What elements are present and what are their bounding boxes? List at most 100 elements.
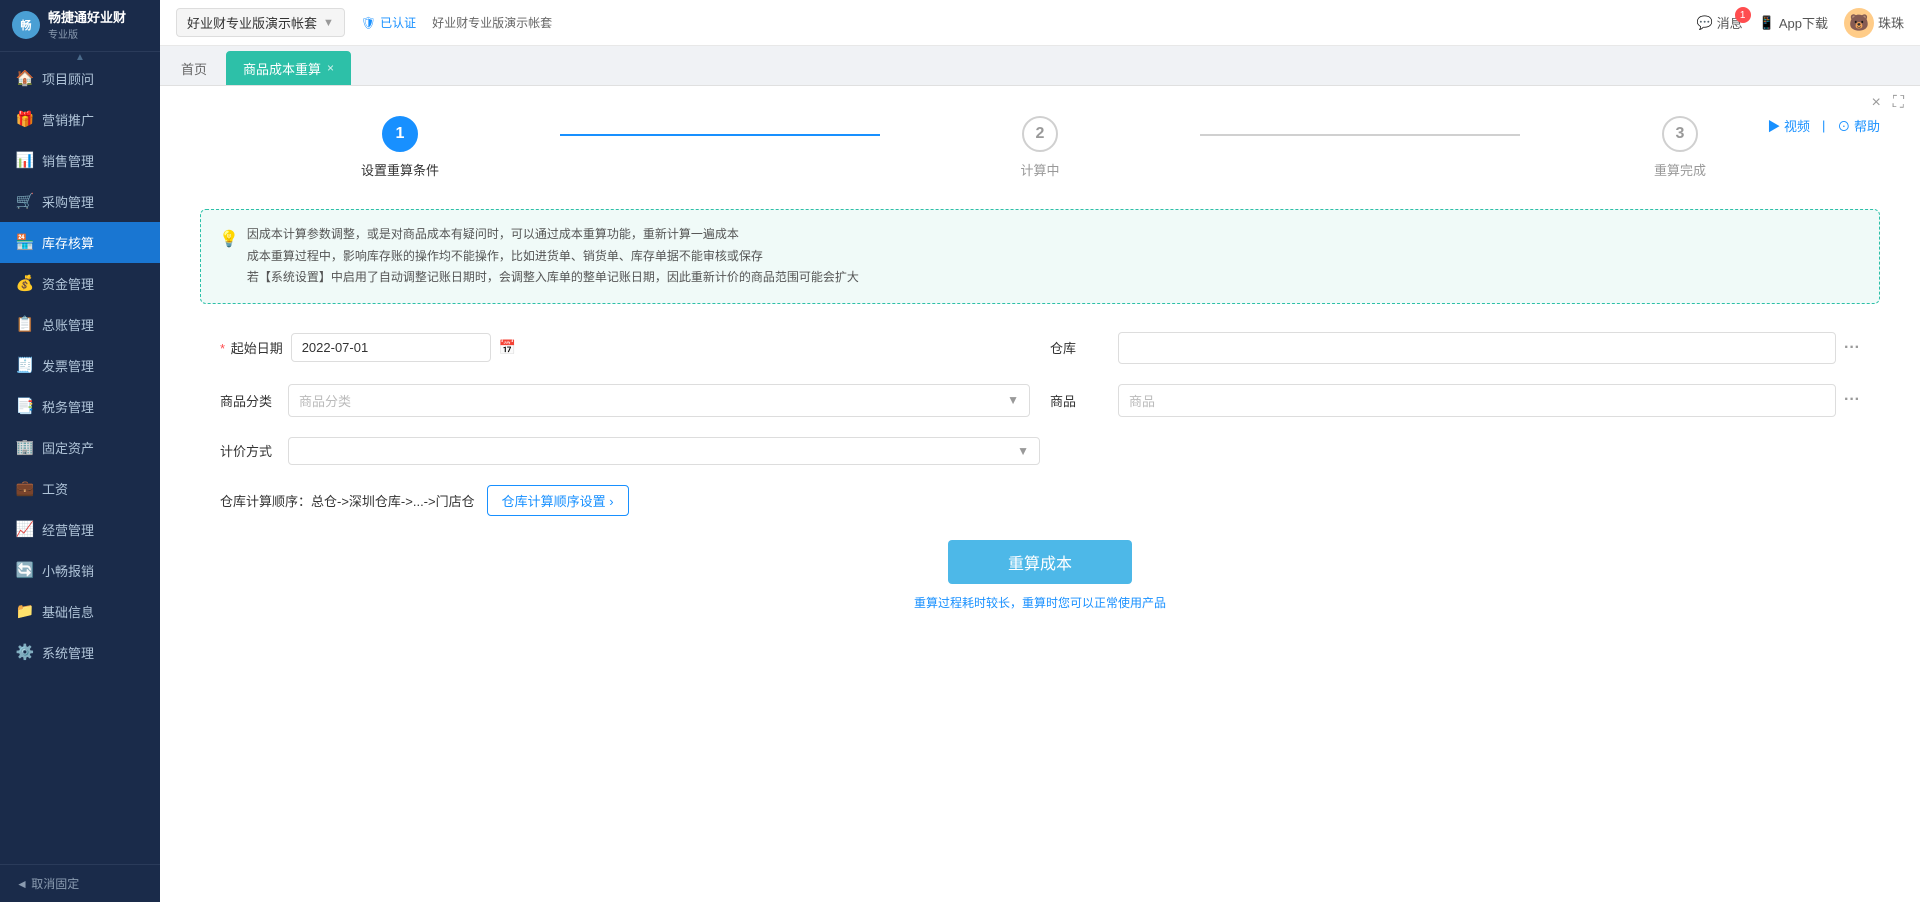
expand-window-btn[interactable]: ⛶ (1893, 94, 1904, 112)
goods-label: 商品 (1050, 391, 1110, 410)
sidebar-logo-icon: 畅 (12, 11, 40, 39)
category-chevron-icon: ▼ (1007, 393, 1019, 407)
sidebar-item-basic[interactable]: 📁 基础信息 (0, 591, 160, 632)
sidebar-header: 畅 畅捷通好业财 专业版 (0, 0, 160, 52)
info-box: 💡 因成本计算参数调整，或是对商品成本有疑问时，可以通过成本重算功能，重新计算一… (200, 209, 1880, 304)
form-section: * 起始日期 📅 仓库 ··· 商品分类 (200, 332, 1880, 516)
project-icon: 🏠 (16, 69, 34, 87)
sidebar-item-label: 采购管理 (42, 192, 94, 211)
pricing-select[interactable]: ▼ (288, 437, 1040, 465)
sidebar-item-label: 小畅报销 (42, 561, 94, 580)
required-star: * (220, 341, 225, 356)
step-connector-1-2 (560, 134, 880, 136)
category-select[interactable]: 商品分类 ▼ (288, 384, 1030, 417)
sidebar-item-label: 固定资产 (42, 438, 94, 457)
recalc-button[interactable]: 重算成本 (948, 540, 1132, 584)
topbar-actions: 💬 消息 1 📱 App下载 🐻 珠珠 (1696, 8, 1904, 38)
sidebar-item-label: 发票管理 (42, 356, 94, 375)
basic-icon: 📁 (16, 602, 34, 620)
system-icon: ⚙️ (16, 643, 34, 661)
window-controls: × ⛶ (1871, 94, 1904, 112)
sidebar-brand: 畅捷通好业财 专业版 (48, 10, 126, 41)
sidebar-item-invoice[interactable]: 🧾 发票管理 (0, 345, 160, 386)
account-select[interactable]: 好业财专业版演示帐套 ▼ (176, 8, 345, 37)
accounting-icon: 📋 (16, 315, 34, 333)
form-group-date: * 起始日期 📅 (220, 333, 1030, 362)
sidebar-item-finance[interactable]: 💰 资金管理 (0, 263, 160, 304)
sidebar-item-tax[interactable]: 📑 税务管理 (0, 386, 160, 427)
sidebar-item-project[interactable]: 🏠 项目顾问 (0, 58, 160, 99)
step-2-label: 计算中 (1020, 160, 1059, 179)
sidebar-item-marketing[interactable]: 🎁 营销推广 (0, 99, 160, 140)
sidebar-item-sales[interactable]: 📊 销售管理 (0, 140, 160, 181)
sidebar-item-label: 库存核算 (42, 233, 94, 252)
form-row-2: 商品分类 商品分类 ▼ 商品 商品 ··· (220, 384, 1860, 417)
tab-home[interactable]: 首页 (164, 51, 224, 85)
expense-icon: 🔄 (16, 561, 34, 579)
chevron-down-icon: ▼ (323, 17, 334, 29)
tab-recalc[interactable]: 商品成本重算 × (226, 51, 351, 85)
tax-icon: 📑 (16, 397, 34, 415)
pricing-label: 计价方式 (220, 441, 280, 460)
fixedasset-icon: 🏢 (16, 438, 34, 456)
recalc-note: 重算过程耗时较长，重算时您可以正常使用产品 (914, 594, 1166, 611)
step-3-label: 重算完成 (1654, 160, 1706, 179)
warehouse-input-wrapper (1118, 332, 1836, 364)
warehouse-order-btn[interactable]: 仓库计算顺序设置 › (487, 485, 629, 516)
avatar: 🐻 (1844, 8, 1874, 38)
start-date-label: * 起始日期 (220, 338, 283, 357)
sidebar-item-salary[interactable]: 💼 工资 (0, 468, 160, 509)
pricing-chevron-icon: ▼ (1017, 444, 1029, 458)
sidebar-nav: 🏠 项目顾问 🎁 营销推广 📊 销售管理 🛒 采购管理 🏪 库存核算 💰 资金管… (0, 58, 160, 864)
shield-icon: 🛡 (361, 16, 376, 30)
user-avatar-btn[interactable]: 🐻 珠珠 (1844, 8, 1904, 38)
sidebar-item-label: 项目顾问 (42, 69, 94, 88)
sidebar-item-label: 销售管理 (42, 151, 94, 170)
tab-recalc-label: 商品成本重算 (243, 59, 321, 78)
sidebar-item-label: 营销推广 (42, 110, 94, 129)
operation-icon: 📈 (16, 520, 34, 538)
form-group-pricing: 计价方式 ▼ (220, 437, 1040, 465)
account-select-text: 好业财专业版演示帐套 (187, 13, 317, 32)
tab-close-icon[interactable]: × (327, 61, 334, 75)
warehouse-dots-icon[interactable]: ··· (1844, 339, 1860, 357)
sidebar-item-operation[interactable]: 📈 经营管理 (0, 509, 160, 550)
sidebar-item-label: 税务管理 (42, 397, 94, 416)
goods-input-wrapper: 商品 (1118, 384, 1836, 417)
sidebar-item-inventory[interactable]: 🏪 库存核算 (0, 222, 160, 263)
sidebar-footer[interactable]: ◄ 取消固定 (0, 864, 160, 902)
sidebar-item-label: 经营管理 (42, 520, 94, 539)
calendar-icon[interactable]: 📅 (499, 339, 516, 356)
info-text: 因成本计算参数调整，或是对商品成本有疑问时，可以通过成本重算功能，重新计算一遍成… (247, 224, 859, 289)
form-group-warehouse: 仓库 ··· (1050, 332, 1860, 364)
close-window-btn[interactable]: × (1871, 94, 1880, 112)
form-group-goods: 商品 商品 ··· (1050, 384, 1860, 417)
step-2-circle: 2 (1022, 116, 1058, 152)
info-icon: 💡 (219, 226, 239, 289)
marketing-icon: 🎁 (16, 110, 34, 128)
help-link[interactable]: ⊙ 帮助 (1837, 116, 1880, 135)
start-date-input[interactable] (291, 333, 491, 362)
purchase-icon: 🛒 (16, 192, 34, 210)
sidebar-item-label: 基础信息 (42, 602, 94, 621)
step-1: 1 设置重算条件 (240, 116, 560, 179)
app-download-btn[interactable]: 📱 App下载 (1759, 13, 1828, 32)
message-icon: 💬 (1696, 15, 1712, 31)
recalc-section: 重算成本 重算过程耗时较长，重算时您可以正常使用产品 (200, 540, 1880, 611)
warehouse-label: 仓库 (1050, 338, 1110, 357)
sidebar-item-fixedasset[interactable]: 🏢 固定资产 (0, 427, 160, 468)
content-area: × ⛶ ▶ 视频 | ⊙ 帮助 1 设置重算条件 2 计算 (160, 86, 1920, 902)
goods-dots-icon[interactable]: ··· (1844, 391, 1860, 409)
sales-icon: 📊 (16, 151, 34, 169)
tabbar: 首页 商品成本重算 × (160, 46, 1920, 86)
messages-btn[interactable]: 💬 消息 1 (1696, 13, 1742, 32)
sidebar-item-accounting[interactable]: 📋 总账管理 (0, 304, 160, 345)
invoice-icon: 🧾 (16, 356, 34, 374)
warehouse-order-row: 仓库计算顺序：总仓->深圳仓库->...->门店仓 仓库计算顺序设置 › (220, 485, 1860, 516)
category-placeholder: 商品分类 (299, 391, 1007, 410)
form-row-3: 计价方式 ▼ (220, 437, 1040, 465)
sidebar-item-purchase[interactable]: 🛒 采购管理 (0, 181, 160, 222)
sidebar-item-system[interactable]: ⚙️ 系统管理 (0, 632, 160, 673)
sidebar-item-expense[interactable]: 🔄 小畅报销 (0, 550, 160, 591)
sidebar-title: 畅捷通好业财 (48, 10, 126, 26)
